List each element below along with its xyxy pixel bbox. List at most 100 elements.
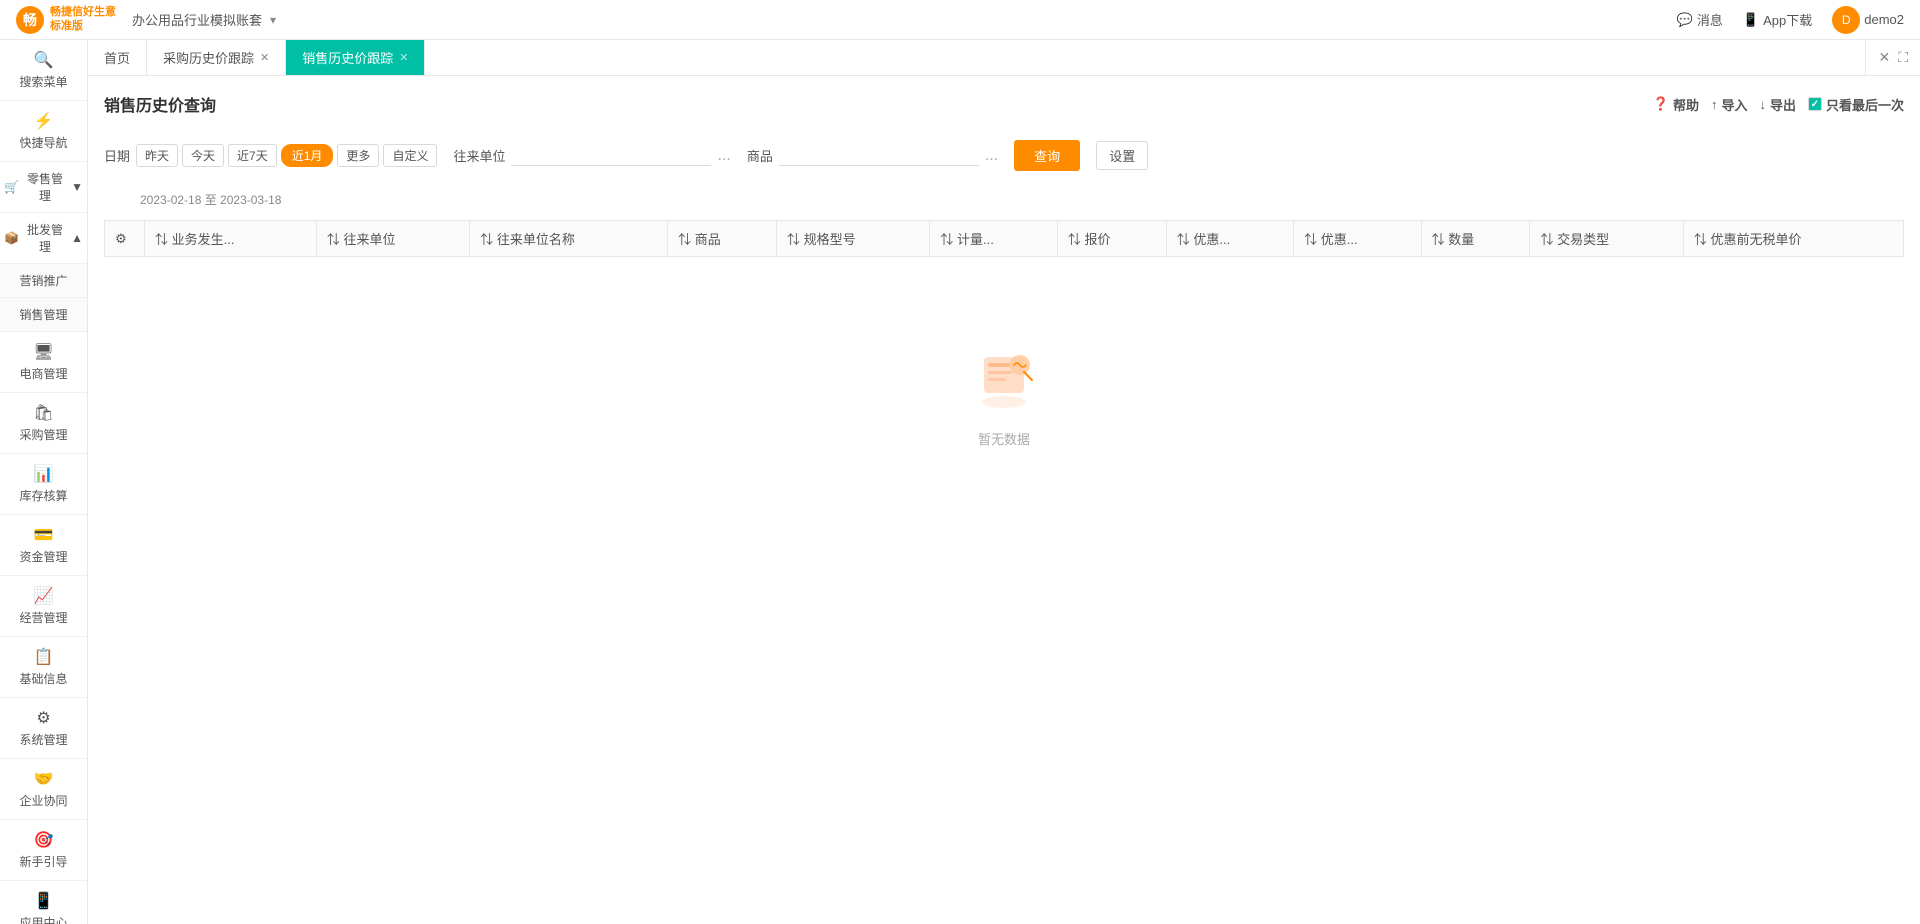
sidebar-item-purchase[interactable]: 🛍 采购管理: [0, 393, 87, 454]
only-last-checkbox-label[interactable]: 只看最后一次: [1808, 95, 1904, 114]
empty-state-text: 暂无数据: [978, 429, 1030, 448]
table-header-pre-tax-price[interactable]: ⇅ 优惠前无税单价: [1683, 221, 1903, 257]
only-last-checkbox[interactable]: [1808, 97, 1822, 111]
tab-actions: ✕ ⛶: [1865, 40, 1920, 75]
app-title: 办公用品行业模拟账套: [132, 10, 262, 29]
app-download-button[interactable]: 📱 App下载: [1743, 10, 1812, 29]
table-settings-icon[interactable]: ⚙: [115, 231, 127, 246]
sidebar-item-system[interactable]: ⚙ 系统管理: [0, 698, 87, 759]
goods-picker-icon[interactable]: ...: [985, 147, 998, 165]
tab-fullscreen-icon[interactable]: ⛶: [1898, 49, 1908, 66]
sort-icon-discount1: ⇅: [1177, 232, 1190, 247]
filter-bar: 日期 昨天 今天 近7天 近1月 更多 自定义 往来单位 ...: [104, 132, 1904, 179]
chevron-up-icon: ▲: [71, 231, 83, 245]
date-btn-today[interactable]: 今天: [182, 144, 224, 167]
sidebar-item-finance[interactable]: 💳 资金管理: [0, 515, 87, 576]
table-header-biz-date[interactable]: ⇅ 业务发生...: [145, 221, 317, 257]
tab-bar: 首页 采购历史价跟踪 ✕ 销售历史价跟踪 ✕ ✕ ⛶: [88, 40, 1920, 76]
sidebar-item-sales[interactable]: 销售管理: [0, 298, 87, 332]
sort-icon-partner-name: ⇅: [480, 232, 493, 247]
system-icon: ⚙: [36, 708, 50, 728]
import-button[interactable]: ↑ 导入: [1711, 95, 1748, 114]
date-btn-more[interactable]: 更多: [337, 144, 379, 167]
date-btn-yesterday[interactable]: 昨天: [136, 144, 178, 167]
export-button[interactable]: ↓ 导出: [1759, 95, 1796, 114]
empty-icon: [964, 337, 1044, 417]
tab-purchase-history[interactable]: 采购历史价跟踪 ✕: [147, 40, 286, 75]
search-icon: 🔍: [34, 50, 54, 70]
tab-sales-history[interactable]: 销售历史价跟踪 ✕: [286, 40, 425, 75]
sort-icon-quote: ⇅: [1068, 232, 1081, 247]
operations-icon: 📈: [34, 586, 54, 606]
table-header-quantity[interactable]: ⇅ 数量: [1421, 221, 1530, 257]
sort-icon-discount2: ⇅: [1304, 232, 1317, 247]
table-header-settings: ⚙: [105, 221, 145, 257]
sidebar-item-ecommerce[interactable]: 🖥 电商管理: [0, 332, 87, 393]
tab-close-all-icon[interactable]: ✕: [1878, 49, 1890, 66]
sidebar-item-shortcut-label: 快捷导航: [19, 134, 67, 151]
enterprise-icon: 🤝: [34, 769, 54, 789]
table-header-goods[interactable]: ⇅ 商品: [668, 221, 777, 257]
date-filter-group: 日期 昨天 今天 近7天 近1月 更多 自定义: [104, 144, 437, 167]
date-btn-1month[interactable]: 近1月: [281, 144, 334, 167]
sidebar-item-app-center[interactable]: 📱 应用中心: [0, 881, 87, 924]
sidebar-item-operations[interactable]: 📈 经营管理: [0, 576, 87, 637]
app-center-icon: 📱: [34, 891, 54, 911]
table-container: ⚙ ⇅ 业务发生... ⇅ 往来单位 ⇅: [104, 220, 1904, 528]
sort-icon-pre-tax-price: ⇅: [1694, 232, 1707, 247]
app-title-dropdown[interactable]: ▾: [270, 13, 276, 27]
basic-icon: 📋: [34, 647, 54, 667]
sidebar-item-wholesale[interactable]: 📦 批发管理 ▲: [0, 213, 87, 264]
page-title: 销售历史价查询: [104, 92, 216, 116]
goods-label: 商品: [747, 146, 773, 165]
date-label: 日期: [104, 146, 130, 165]
sort-icon-spec: ⇅: [787, 232, 800, 247]
sidebar-item-marketing[interactable]: 营销推广: [0, 264, 87, 298]
sidebar-item-enterprise[interactable]: 🤝 企业协同: [0, 759, 87, 820]
table-header-discount2[interactable]: ⇅ 优惠...: [1294, 221, 1421, 257]
logo-icon: 畅: [16, 6, 44, 34]
tab-sales-history-close[interactable]: ✕: [399, 51, 408, 64]
top-bar-left: 畅 畅捷信好生意 标准版 办公用品行业模拟账套 ▾: [16, 6, 276, 34]
chevron-down-icon: ▼: [71, 180, 83, 194]
page-title-bar: 销售历史价查询 ❓ 帮助 ↑ 导入 ↓ 导出: [104, 92, 1904, 116]
goods-filter-group: 商品 ...: [747, 146, 998, 166]
partner-input[interactable]: [511, 146, 711, 166]
partner-picker-icon[interactable]: ...: [717, 147, 730, 165]
user-menu[interactable]: D demo2: [1832, 6, 1904, 34]
inventory-icon: 📊: [34, 464, 54, 484]
partner-label: 往来单位: [453, 146, 505, 165]
tab-home[interactable]: 首页: [88, 40, 147, 75]
date-btn-7days[interactable]: 近7天: [228, 144, 277, 167]
export-icon: ↓: [1759, 97, 1766, 112]
table-header-trade-type[interactable]: ⇅ 交易类型: [1530, 221, 1683, 257]
finance-icon: 💳: [34, 525, 54, 545]
sidebar-item-retail[interactable]: 🛒 零售管理 ▼: [0, 162, 87, 213]
sidebar-item-shortcut[interactable]: ⚡ 快捷导航: [0, 101, 87, 162]
goods-input[interactable]: [779, 146, 979, 166]
sort-icon-quantity: ⇅: [1432, 232, 1445, 247]
table-header-partner-name[interactable]: ⇅ 往来单位名称: [470, 221, 668, 257]
sidebar-item-guide[interactable]: 🎯 新手引导: [0, 820, 87, 881]
table-header-discount1[interactable]: ⇅ 优惠...: [1166, 221, 1293, 257]
table-header-unit[interactable]: ⇅ 计量...: [930, 221, 1057, 257]
date-btn-custom[interactable]: 自定义: [383, 144, 437, 167]
query-button[interactable]: 查询: [1014, 140, 1080, 171]
table-header-spec[interactable]: ⇅ 规格型号: [777, 221, 930, 257]
message-button[interactable]: 💬 消息: [1677, 10, 1723, 29]
guide-icon: 🎯: [34, 830, 54, 850]
sort-icon-goods: ⇅: [678, 232, 691, 247]
help-button[interactable]: ❓ 帮助: [1653, 95, 1699, 114]
wholesale-icon: 📦: [4, 231, 19, 245]
tab-purchase-history-close[interactable]: ✕: [260, 51, 269, 64]
avatar: D: [1832, 6, 1860, 34]
sidebar-item-search[interactable]: 🔍 搜索菜单: [0, 40, 87, 101]
sort-icon-unit: ⇅: [940, 232, 953, 247]
sidebar-item-basic[interactable]: 📋 基础信息: [0, 637, 87, 698]
table-header-quote[interactable]: ⇅ 报价: [1057, 221, 1166, 257]
table-header-partner-code[interactable]: ⇅ 往来单位: [316, 221, 469, 257]
page-content: 销售历史价查询 ❓ 帮助 ↑ 导入 ↓ 导出: [88, 76, 1920, 924]
sidebar-item-inventory[interactable]: 📊 库存核算: [0, 454, 87, 515]
retail-icon: 🛒: [4, 180, 19, 194]
settings-button[interactable]: 设置: [1096, 141, 1148, 170]
